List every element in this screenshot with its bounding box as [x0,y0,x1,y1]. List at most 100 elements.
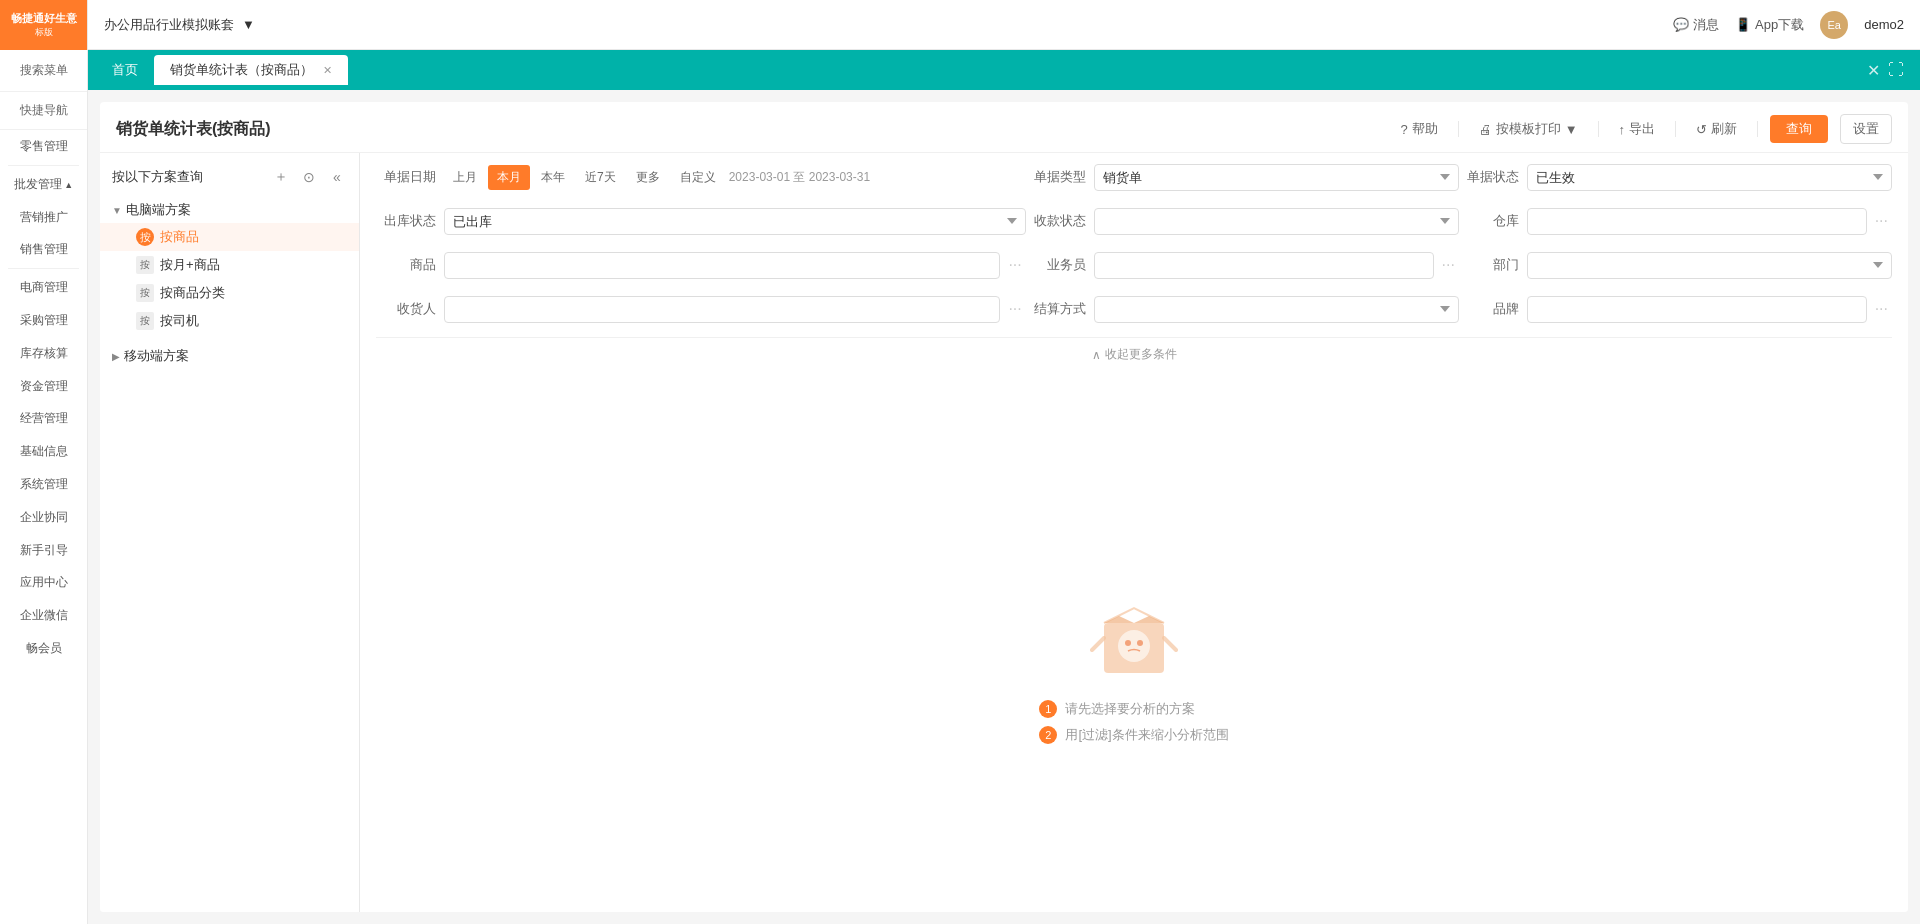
empty-hints: 1 请先选择要分析的方案 2 用[过滤]条件来缩小分析范围 [1039,700,1228,744]
sidebar-item-wholesale-label: 批发管理 [14,176,73,193]
filter-stock-out-item: 出库状态 已出库 [376,205,1026,237]
filter-dept-select[interactable] [1527,252,1892,279]
filter-status-select[interactable]: 已生效 [1527,164,1892,191]
filter-receiver-control: ··· [444,296,1026,323]
empty-state: 1 请先选择要分析的方案 2 用[过滤]条件来缩小分析范围 [360,379,1908,912]
filter-status-item: 单据状态 已生效 [1459,161,1892,193]
filter-goods-dots-icon[interactable]: ··· [1004,256,1025,274]
scheme-settings-icon[interactable]: ⊙ [299,167,319,187]
filter-goods-control: ··· [444,252,1026,279]
app-download-btn[interactable]: 📱 App下载 [1735,16,1804,34]
svg-line-5 [1164,638,1176,650]
svg-point-3 [1137,640,1143,646]
filter-row-1: 单据日期 上月 本月 本年 近7天 更多 自定义 [376,161,1892,193]
tree-item-by-cashier[interactable]: 按 按司机 [100,307,359,335]
sidebar-item-system[interactable]: 系统管理 [0,468,87,501]
filter-type-select[interactable]: 销货单 [1094,164,1459,191]
filter-settle-item: 结算方式 [1026,293,1459,325]
collapse-bar[interactable]: ∧ 收起更多条件 [376,337,1892,371]
filter-stock-out-label: 出库状态 [376,212,436,230]
app-label: App下载 [1755,16,1804,34]
sidebar-item-ops[interactable]: 经营管理 [0,402,87,435]
filter-brand-item: 品牌 ··· [1459,293,1892,325]
sidebar-item-sales[interactable]: 销售管理 [0,233,87,266]
help-icon: ? [1400,122,1407,137]
avatar: Ea [1820,11,1848,39]
filter-dept-label: 部门 [1459,256,1519,274]
filter-row-4: 收货人 ··· 结算方式 [376,293,1892,325]
filter-staff-control: ··· [1094,252,1459,279]
sidebar-item-purchase[interactable]: 采购管理 [0,304,87,337]
filter-goods-input[interactable] [444,252,1000,279]
sidebar-item-marketing[interactable]: 营销推广 [0,201,87,234]
filter-staff-dots-icon[interactable]: ··· [1438,256,1459,274]
window-maximize-icon[interactable]: ⛶ [1888,61,1904,79]
date-tab-custom[interactable]: 自定义 [671,165,725,190]
filter-goods-item: 商品 ··· [376,249,1026,281]
date-tab-this-year[interactable]: 本年 [532,165,574,190]
filter-warehouse-dots-icon[interactable]: ··· [1871,212,1892,230]
sidebar-item-stock[interactable]: 库存核算 [0,337,87,370]
date-tab-last-month[interactable]: 上月 [444,165,486,190]
sidebar-item-member[interactable]: 畅会员 [0,632,87,665]
tab-home[interactable]: 首页 [96,55,154,85]
sidebar-item-guide[interactable]: 新手引导 [0,534,87,567]
filter-stock-out-select[interactable]: 已出库 [444,208,1026,235]
page-actions: ? 帮助 🖨 按模板打印 ▼ ↑ 导出 [1392,114,1892,144]
help-label: 帮助 [1412,120,1438,138]
filter-section: 单据日期 上月 本月 本年 近7天 更多 自定义 [360,153,1908,379]
tree-mobile-header[interactable]: ▶ 移动端方案 [100,343,359,369]
sidebar-item-wholesale[interactable]: 批发管理 [0,168,87,201]
message-btn[interactable]: 💬 消息 [1673,16,1719,34]
sidebar-item-basic[interactable]: 基础信息 [0,435,87,468]
refresh-btn[interactable]: ↺ 刷新 [1688,116,1745,142]
print-btn[interactable]: 🖨 按模板打印 ▼ [1471,116,1586,142]
tab-home-label: 首页 [112,61,138,79]
search-menu-label[interactable]: 搜索菜单 [6,58,81,83]
quick-nav-label[interactable]: 快捷导航 [0,96,87,125]
filter-receipt-select[interactable] [1094,208,1459,235]
tab-sales-stat[interactable]: 销货单统计表（按商品） ✕ [154,55,348,85]
body-area: 按以下方案查询 ＋ ⊙ « ▼ 电脑端方案 [100,153,1908,912]
sidebar-item-finance[interactable]: 资金管理 [0,370,87,403]
breadcrumb: 办公用品行业模拟账套 ▼ [104,16,255,34]
scheme-add-icon[interactable]: ＋ [271,167,291,187]
tree-item-by-month-goods[interactable]: 按 按月+商品 [100,251,359,279]
filter-brand-input[interactable] [1527,296,1867,323]
tree-item-by-goods-icon: 按 [136,228,154,246]
filter-receiver-input[interactable] [444,296,1000,323]
sidebar-item-collab[interactable]: 企业协同 [0,501,87,534]
query-label: 查询 [1786,120,1812,138]
sidebar-item-wechat[interactable]: 企业微信 [0,599,87,632]
date-tab-this-month[interactable]: 本月 [488,165,530,190]
logo: 畅捷通好生意 标版 [0,0,87,50]
app-icon: 📱 [1735,17,1751,32]
filter-brand-dots-icon[interactable]: ··· [1871,300,1892,318]
window-close-icon[interactable]: ✕ [1867,61,1880,80]
hint-num-1: 1 [1039,700,1057,718]
date-range-text: 2023-03-01 至 2023-03-31 [729,169,870,186]
sidebar-item-retail[interactable]: 零售管理 [0,130,87,163]
header-right: 💬 消息 📱 App下载 Ea demo2 [1673,11,1904,39]
filter-status-control: 已生效 [1527,164,1892,191]
settings-btn[interactable]: 设置 [1840,114,1892,144]
date-tab-more[interactable]: 更多 [627,165,669,190]
tree-desktop-label: 电脑端方案 [126,201,191,219]
date-tab-7days[interactable]: 近7天 [576,165,625,190]
filter-warehouse-input[interactable] [1527,208,1867,235]
filter-staff-input[interactable] [1094,252,1434,279]
filter-settle-select[interactable] [1094,296,1459,323]
filter-receiver-dots-icon[interactable]: ··· [1004,300,1025,318]
tree-item-by-goods-cat[interactable]: 按 按商品分类 [100,279,359,307]
tab-close-icon[interactable]: ✕ [323,64,332,77]
scheme-collapse-icon[interactable]: « [327,167,347,187]
sidebar-item-ecom-label: 电商管理 [20,279,68,296]
filter-warehouse-control: ··· [1527,208,1892,235]
query-btn[interactable]: 查询 [1770,115,1828,143]
tree-desktop-header[interactable]: ▼ 电脑端方案 [100,197,359,223]
help-btn[interactable]: ? 帮助 [1392,116,1445,142]
export-btn[interactable]: ↑ 导出 [1611,116,1664,142]
sidebar-item-apps[interactable]: 应用中心 [0,566,87,599]
tree-item-by-goods[interactable]: 按 按商品 [100,223,359,251]
sidebar-item-ecom[interactable]: 电商管理 [0,271,87,304]
